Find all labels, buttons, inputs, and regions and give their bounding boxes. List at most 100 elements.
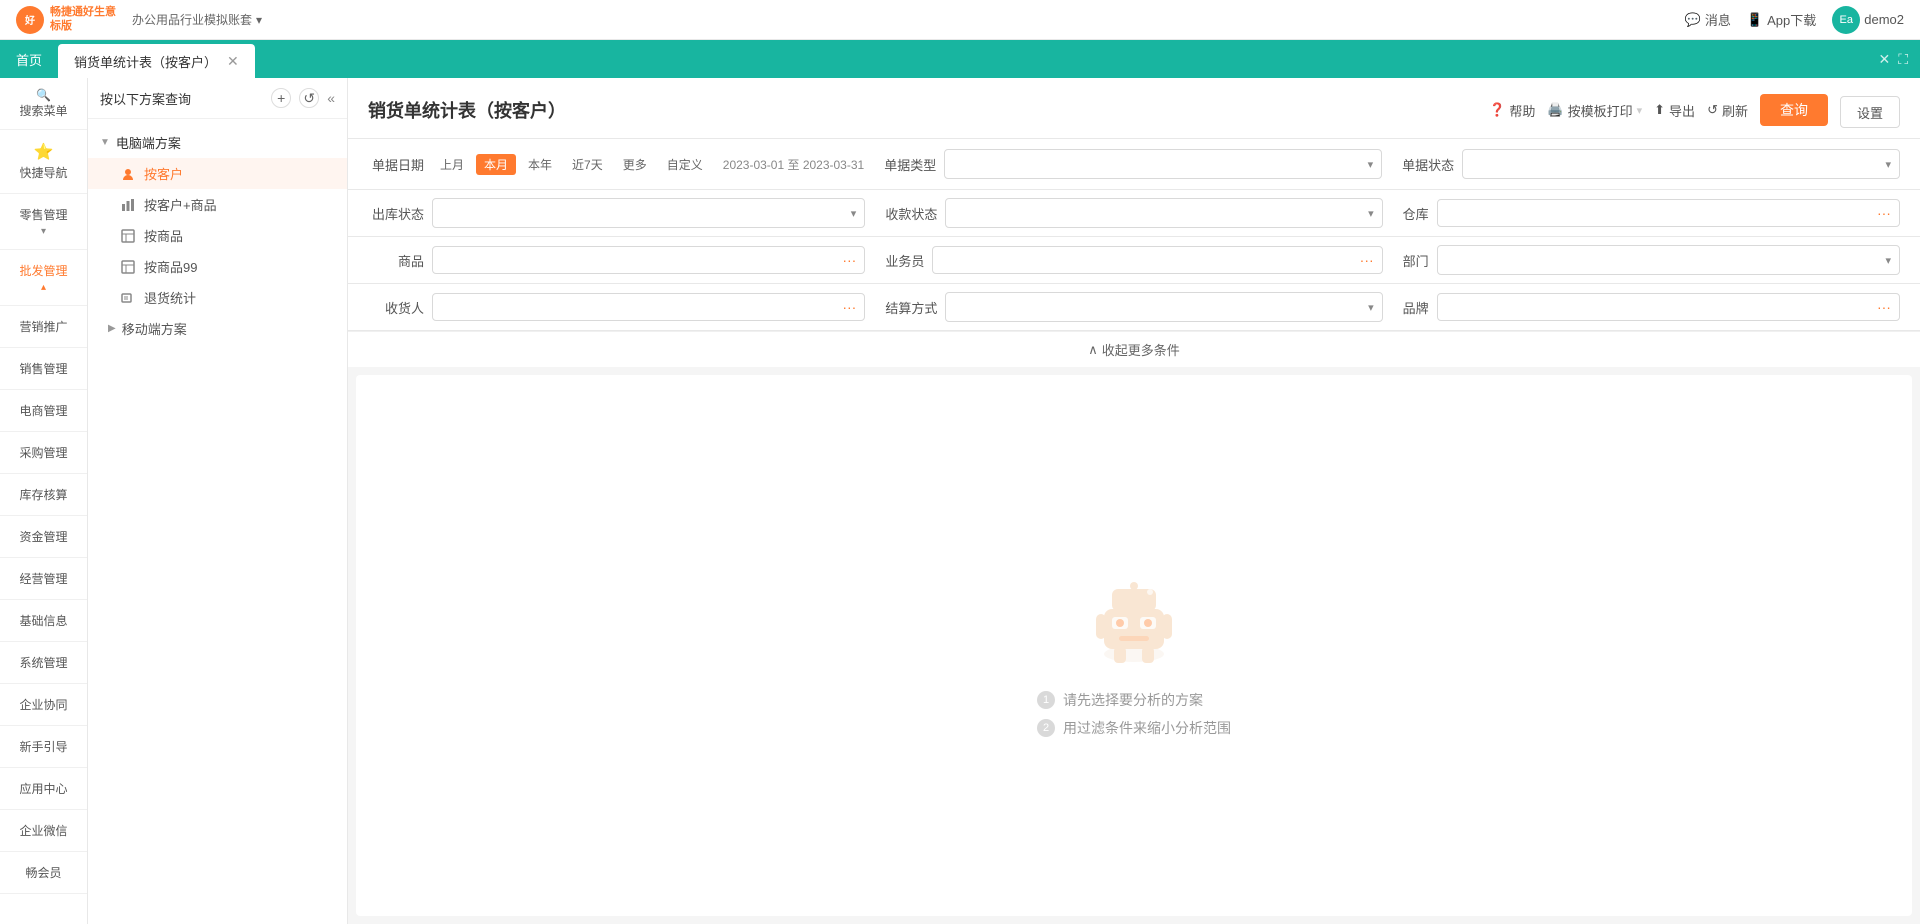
collapse-up-icon: ∧ — [1088, 342, 1098, 358]
receiver-label: 收货人 — [368, 298, 424, 317]
empty-tip-1: 1 请先选择要分析的方案 — [1037, 690, 1231, 710]
scheme-item-return-stat-label: 退货统计 — [144, 288, 196, 307]
scheme-item-by-customer-label: 按客户 — [144, 164, 183, 183]
payment-status-chevron: ▾ — [1368, 207, 1374, 220]
filter-receiver: 收货人 ··· — [368, 293, 865, 321]
sidebar-item-search[interactable]: 🔍 搜索菜单 — [0, 78, 87, 130]
warehouse-dots: ··· — [1877, 205, 1891, 221]
doc-status-chevron: ▾ — [1885, 158, 1891, 171]
sidebar-item-enterprise[interactable]: 企业协同 — [0, 684, 87, 726]
collapse-bar[interactable]: ∧ 收起更多条件 — [348, 331, 1920, 367]
page-title: 销货单统计表（按客户） — [368, 97, 566, 123]
salesperson-label: 业务员 — [885, 251, 924, 270]
header-left: 好 畅捷通好生意 标版 办公用品行业模拟账套 ▾ — [16, 6, 262, 34]
scheme-item-by-product-99[interactable]: 按商品99 — [88, 251, 347, 282]
help-action[interactable]: ❓ 帮助 — [1489, 101, 1535, 120]
date-tab-custom[interactable]: 自定义 — [659, 154, 711, 175]
scheme-item-return-stat[interactable]: 退货统计 — [88, 282, 347, 313]
warehouse-select[interactable]: ··· — [1437, 199, 1900, 227]
warehouse-label: 仓库 — [1403, 204, 1429, 223]
desktop-group-header[interactable]: ▼ 电脑端方案 — [88, 127, 347, 158]
scheme-panel: 按以下方案查询 + ↺ « ▼ 电脑端方案 — [88, 78, 348, 924]
empty-state: 1 请先选择要分析的方案 2 用过滤条件来缩小分析范围 — [356, 375, 1912, 916]
query-button[interactable]: 查询 — [1760, 94, 1828, 126]
scheme-item-by-customer[interactable]: 按客户 — [88, 158, 347, 189]
department-label: 部门 — [1403, 251, 1429, 270]
scheme-add-btn[interactable]: + — [271, 88, 291, 108]
product-icon-1 — [120, 228, 136, 244]
date-tab-last-month[interactable]: 上月 — [432, 154, 472, 175]
tab-home[interactable]: 首页 — [0, 40, 58, 78]
sidebar-item-wechat[interactable]: 企业微信 — [0, 810, 87, 852]
brand-select[interactable]: ··· — [1437, 293, 1900, 321]
maximize-icon[interactable]: ⛶ — [1898, 51, 1908, 68]
desktop-group: ▼ 电脑端方案 按客户 — [88, 127, 347, 313]
content-area: 按以下方案查询 + ↺ « ▼ 电脑端方案 — [88, 78, 1920, 924]
export-icon: ⬆ — [1654, 102, 1665, 118]
payment-status-select[interactable]: ▾ — [945, 198, 1382, 228]
filter-out-status: 出库状态 ▾ — [368, 198, 865, 228]
empty-illustration — [1074, 554, 1194, 674]
scheme-refresh-btn[interactable]: ↺ — [299, 88, 319, 108]
sidebar: 🔍 搜索菜单 ⭐ 快捷导航 零售管理 ▾ 批发管理 ▴ 营销推广 销售管理 电商… — [0, 78, 88, 924]
sidebar-item-retail[interactable]: 零售管理 ▾ — [0, 194, 87, 250]
receiver-dots: ··· — [842, 299, 856, 315]
department-select[interactable]: ▾ — [1437, 245, 1900, 275]
message-action[interactable]: 💬 消息 — [1685, 10, 1731, 29]
filter-doc-type: 单据类型 ▾ — [884, 149, 1382, 179]
date-tab-more[interactable]: 更多 — [615, 154, 655, 175]
scheme-item-by-product[interactable]: 按商品 — [88, 220, 347, 251]
close-window-icon[interactable]: ✕ — [1878, 51, 1890, 68]
refresh-action[interactable]: ↺ 刷新 — [1707, 101, 1748, 120]
sidebar-item-newbie[interactable]: 新手引导 — [0, 726, 87, 768]
sidebar-item-inventory[interactable]: 库存核算 — [0, 474, 87, 516]
tab-close-icon[interactable]: ✕ — [227, 53, 239, 70]
salesperson-select[interactable]: ··· — [932, 246, 1382, 274]
sidebar-item-vip[interactable]: 畅会员 — [0, 852, 87, 894]
doc-type-select[interactable]: ▾ — [944, 149, 1382, 179]
sidebar-item-ecommerce[interactable]: 电商管理 — [0, 390, 87, 432]
sidebar-item-app-center[interactable]: 应用中心 — [0, 768, 87, 810]
industry-selector[interactable]: 办公用品行业模拟账套 ▾ — [132, 11, 262, 28]
sidebar-item-operation[interactable]: 经营管理 — [0, 558, 87, 600]
print-icon: 🖨️ — [1547, 102, 1563, 118]
filter-date: 单据日期 上月 本月 本年 近7天 更多 自定义 2023-03-01 至 20… — [368, 154, 864, 175]
scheme-actions: + ↺ « — [271, 88, 335, 108]
tab-sales-stat[interactable]: 销货单统计表（按客户） ✕ — [58, 44, 255, 78]
message-icon: 💬 — [1685, 12, 1701, 28]
doc-status-select[interactable]: ▾ — [1462, 149, 1900, 179]
scheme-collapse-btn[interactable]: « — [327, 90, 335, 106]
receiver-select[interactable]: ··· — [432, 293, 865, 321]
sidebar-item-marketing[interactable]: 营销推广 — [0, 306, 87, 348]
sidebar-item-base[interactable]: 基础信息 — [0, 600, 87, 642]
doc-type-label: 单据类型 — [884, 155, 936, 174]
product-label: 商品 — [368, 251, 424, 270]
return-icon — [120, 290, 136, 306]
logo-text: 畅捷通好生意 标版 — [50, 6, 116, 32]
user-action[interactable]: Ea demo2 — [1832, 6, 1904, 34]
brand-label: 品牌 — [1403, 298, 1429, 317]
sidebar-item-finance[interactable]: 资金管理 — [0, 516, 87, 558]
scheme-tree: ▼ 电脑端方案 按客户 — [88, 119, 347, 924]
product-select[interactable]: ··· — [432, 246, 865, 274]
date-label: 单据日期 — [368, 155, 424, 174]
sidebar-item-system[interactable]: 系统管理 — [0, 642, 87, 684]
product-dots: ··· — [842, 252, 856, 268]
sidebar-item-quick-nav[interactable]: ⭐ 快捷导航 — [0, 130, 87, 194]
print-action[interactable]: 🖨️ 按模板打印 ▾ — [1547, 101, 1642, 120]
app-download-action[interactable]: 📱 App下载 — [1747, 10, 1816, 29]
sidebar-item-purchase[interactable]: 采购管理 — [0, 432, 87, 474]
mobile-group-header[interactable]: ▶ 移动端方案 — [88, 313, 347, 344]
date-tab-this-year[interactable]: 本年 — [520, 154, 560, 175]
brand-dots: ··· — [1877, 299, 1891, 315]
sidebar-item-wholesale[interactable]: 批发管理 ▴ — [0, 250, 87, 306]
scheme-item-by-customer-product[interactable]: 按客户+商品 — [88, 189, 347, 220]
sidebar-item-sales[interactable]: 销售管理 — [0, 348, 87, 390]
date-tab-this-month[interactable]: 本月 — [476, 154, 516, 175]
settings-button[interactable]: 设置 — [1840, 96, 1900, 128]
export-action[interactable]: ⬆ 导出 — [1654, 101, 1695, 120]
out-status-select[interactable]: ▾ — [432, 198, 865, 228]
doc-type-chevron: ▾ — [1368, 158, 1374, 171]
payment-method-select[interactable]: ▾ — [945, 292, 1382, 322]
date-tab-7days[interactable]: 近7天 — [564, 154, 611, 175]
